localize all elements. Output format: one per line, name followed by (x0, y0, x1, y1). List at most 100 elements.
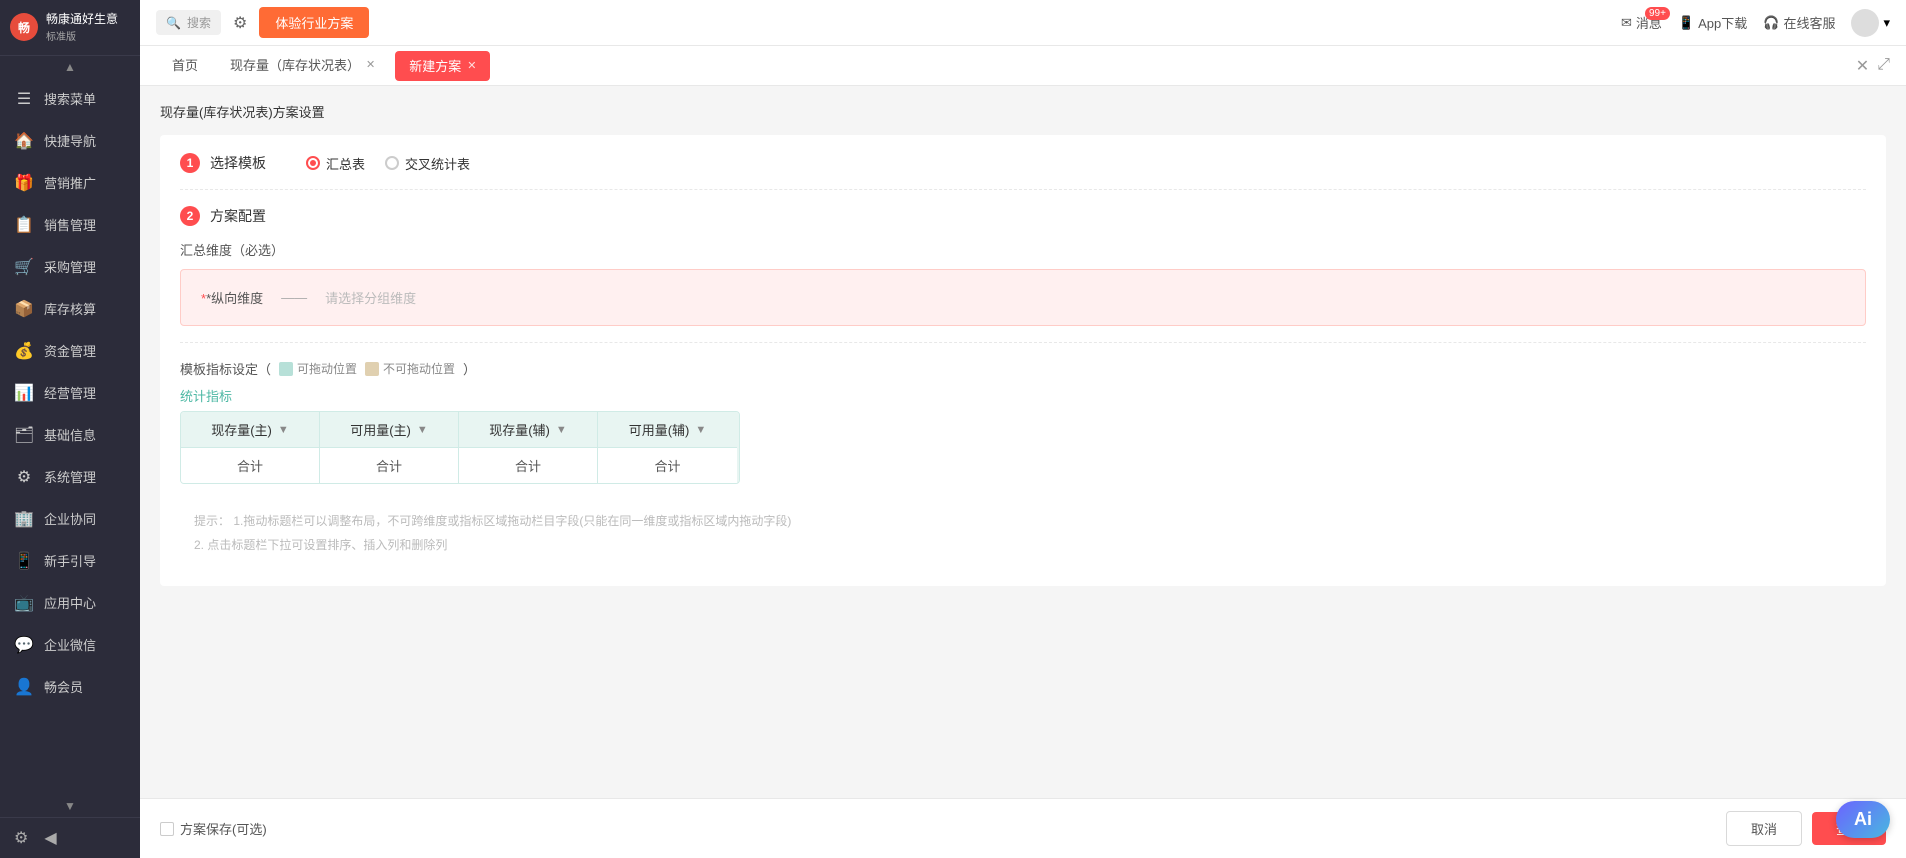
aggregate-dim-section: 汇总维度（必选） **纵向维度 —— 请选择分组维度 (180, 240, 1866, 326)
stats-col-2-body: 合计 (459, 448, 597, 483)
sidebar-item-label: 搜索菜单 (44, 89, 96, 108)
operations-icon: 📊 (14, 383, 34, 403)
draggable-legend-box (279, 362, 293, 376)
chevron-1-icon: ▼ (417, 424, 428, 436)
stats-col-0: 现存量(主) ▼ 合计 (181, 412, 320, 483)
tab-inventory-status[interactable]: 现存量（库存状况表） ✕ (214, 46, 391, 86)
stats-col-1: 可用量(主) ▼ 合计 (320, 412, 459, 483)
tab-new-close[interactable]: ✕ (467, 59, 476, 72)
ai-badge[interactable]: Ai (1836, 801, 1890, 838)
finance-icon: 💰 (14, 341, 34, 361)
settings-footer-icon[interactable]: ⚙ (14, 828, 28, 848)
stats-col-3: 可用量(辅) ▼ 合计 (598, 412, 737, 483)
topbar: 🔍 搜索 ⚙ 体验行业方案 ✉ 消息 99+ 📱 App下载 🎧 在线客服 ▾ (140, 0, 1906, 46)
basic-info-icon: 🗂 (14, 425, 34, 445)
scroll-down-arrow[interactable]: ▼ (0, 795, 140, 817)
logo-badge: 标准版 (46, 28, 118, 43)
sales-icon: 📋 (14, 215, 34, 235)
topbar-settings-icon[interactable]: ⚙ (233, 13, 247, 33)
stats-col-3-label: 可用量(辅) (629, 420, 690, 439)
collapse-icon[interactable]: ◀ (44, 828, 56, 848)
topbar-right: ✉ 消息 99+ 📱 App下载 🎧 在线客服 ▾ (1621, 9, 1890, 37)
footer-bar: 方案保存(可选) 取消 查询 (140, 798, 1906, 858)
tab-expand: ✕ ⤢ (1856, 56, 1890, 76)
scroll-up-arrow[interactable]: ▲ (0, 56, 140, 78)
search-bar[interactable]: 🔍 搜索 (156, 10, 221, 35)
stats-col-3-body: 合计 (598, 448, 737, 483)
chevron-down-icon: ▾ (1883, 15, 1890, 31)
indicator-settings: 模板指标设定（ 可拖动位置 不可拖动位置 ） 统计指标 (180, 359, 1866, 568)
message-badge: 99+ (1645, 7, 1670, 20)
sidebar-item-member[interactable]: 👤 畅会员 (0, 666, 140, 708)
sidebar-item-inventory[interactable]: 📦 库存核算 (0, 288, 140, 330)
radio-summary[interactable]: 汇总表 (306, 154, 365, 173)
avatar (1851, 9, 1879, 37)
sidebar-item-purchase[interactable]: 🛒 采购管理 (0, 246, 140, 288)
message-button[interactable]: ✉ 消息 99+ (1621, 13, 1662, 32)
step1-header: 1 选择模板 汇总表 交叉统计表 (180, 153, 1866, 173)
stats-col-0-header[interactable]: 现存量(主) ▼ (181, 412, 319, 448)
sidebar-item-label: 营销推广 (44, 173, 96, 192)
vertical-dim-area[interactable]: **纵向维度 —— 请选择分组维度 (180, 269, 1866, 326)
app-download-button[interactable]: 📱 App下载 (1678, 13, 1747, 32)
radio-cross-dot (385, 156, 399, 170)
stats-col-0-body: 合计 (181, 448, 319, 483)
sidebar-item-label: 系统管理 (44, 467, 96, 486)
app-icon: 📱 (1678, 15, 1694, 31)
sidebar-item-search-menu[interactable]: ☰ 搜索菜单 (0, 78, 140, 120)
stats-col-0-label: 现存量(主) (211, 420, 272, 439)
sidebar-item-marketing[interactable]: 🎁 营销推广 (0, 162, 140, 204)
sidebar-item-system[interactable]: ⚙ 系统管理 (0, 456, 140, 498)
stats-col-2: 现存量(辅) ▼ 合计 (459, 412, 598, 483)
divider2 (180, 342, 1866, 343)
step2-section: 2 方案配置 汇总维度（必选） **纵向维度 —— 请选择分组维度 (180, 206, 1866, 568)
sidebar-item-finance[interactable]: 💰 资金管理 (0, 330, 140, 372)
radio-summary-dot (306, 156, 320, 170)
stats-col-2-header[interactable]: 现存量(辅) ▼ (459, 412, 597, 448)
close-icon[interactable]: ✕ (1856, 56, 1869, 76)
sidebar: 畅 畅康通好生意 标准版 ▲ ☰ 搜索菜单 🏠 快捷导航 🎁 营销推广 📋 销售… (0, 0, 140, 858)
sidebar-nav: ☰ 搜索菜单 🏠 快捷导航 🎁 营销推广 📋 销售管理 🛒 采购管理 📦 库存核… (0, 78, 140, 795)
sidebar-item-enterprise[interactable]: 🏢 企业协同 (0, 498, 140, 540)
fixed-legend: 不可拖动位置 (365, 360, 455, 377)
stats-col-2-label: 现存量(辅) (489, 420, 550, 439)
stats-col-3-header[interactable]: 可用量(辅) ▼ (598, 412, 737, 448)
step2-badge: 2 (180, 206, 200, 226)
step1-section: 1 选择模板 汇总表 交叉统计表 (180, 153, 1866, 173)
tab-inventory-close[interactable]: ✕ (366, 58, 375, 71)
sidebar-item-operations[interactable]: 📊 经营管理 (0, 372, 140, 414)
radio-cross[interactable]: 交叉统计表 (385, 154, 470, 173)
main-area: 🔍 搜索 ⚙ 体验行业方案 ✉ 消息 99+ 📱 App下载 🎧 在线客服 ▾ (140, 0, 1906, 858)
sidebar-item-quick-nav[interactable]: 🏠 快捷导航 (0, 120, 140, 162)
draggable-legend: 可拖动位置 (279, 360, 357, 377)
sidebar-item-basic-info[interactable]: 🗂 基础信息 (0, 414, 140, 456)
user-menu[interactable]: ▾ (1851, 9, 1890, 37)
stats-col-1-body: 合计 (320, 448, 458, 483)
message-icon: ✉ (1621, 15, 1632, 31)
dim-dash: —— (281, 290, 307, 305)
guide-icon: 📱 (14, 551, 34, 571)
tab-home[interactable]: 首页 (156, 46, 214, 86)
save-checkbox[interactable]: 方案保存(可选) (160, 819, 267, 838)
tips-area: 提示： 1.拖动标题栏可以调整布局，不可跨维度或指标区域拖动栏目字段(只能在同一… (180, 501, 1866, 568)
sidebar-item-label: 快捷导航 (44, 131, 96, 150)
sidebar-item-wechat[interactable]: 💬 企业微信 (0, 624, 140, 666)
trial-button[interactable]: 体验行业方案 (259, 7, 369, 38)
sidebar-item-guide[interactable]: 📱 新手引导 (0, 540, 140, 582)
expand-icon[interactable]: ⤢ (1877, 56, 1890, 76)
service-label: 在线客服 (1783, 13, 1835, 32)
tab-inventory-label: 现存量（库存状况表） (230, 55, 360, 74)
template-radio-group: 汇总表 交叉统计表 (306, 154, 470, 173)
tab-new-plan[interactable]: 新建方案 ✕ (395, 51, 490, 81)
sidebar-item-app-center[interactable]: 📺 应用中心 (0, 582, 140, 624)
cancel-button[interactable]: 取消 (1726, 811, 1802, 846)
draggable-legend-label: 可拖动位置 (297, 360, 357, 377)
stats-col-1-header[interactable]: 可用量(主) ▼ (320, 412, 458, 448)
tab-new-label: 新建方案 (409, 56, 461, 75)
save-checkbox-box (160, 822, 174, 836)
sidebar-item-sales[interactable]: 📋 销售管理 (0, 204, 140, 246)
divider1 (180, 189, 1866, 190)
enterprise-icon: 🏢 (14, 509, 34, 529)
customer-service-button[interactable]: 🎧 在线客服 (1763, 13, 1835, 32)
tab-home-label: 首页 (172, 55, 198, 74)
